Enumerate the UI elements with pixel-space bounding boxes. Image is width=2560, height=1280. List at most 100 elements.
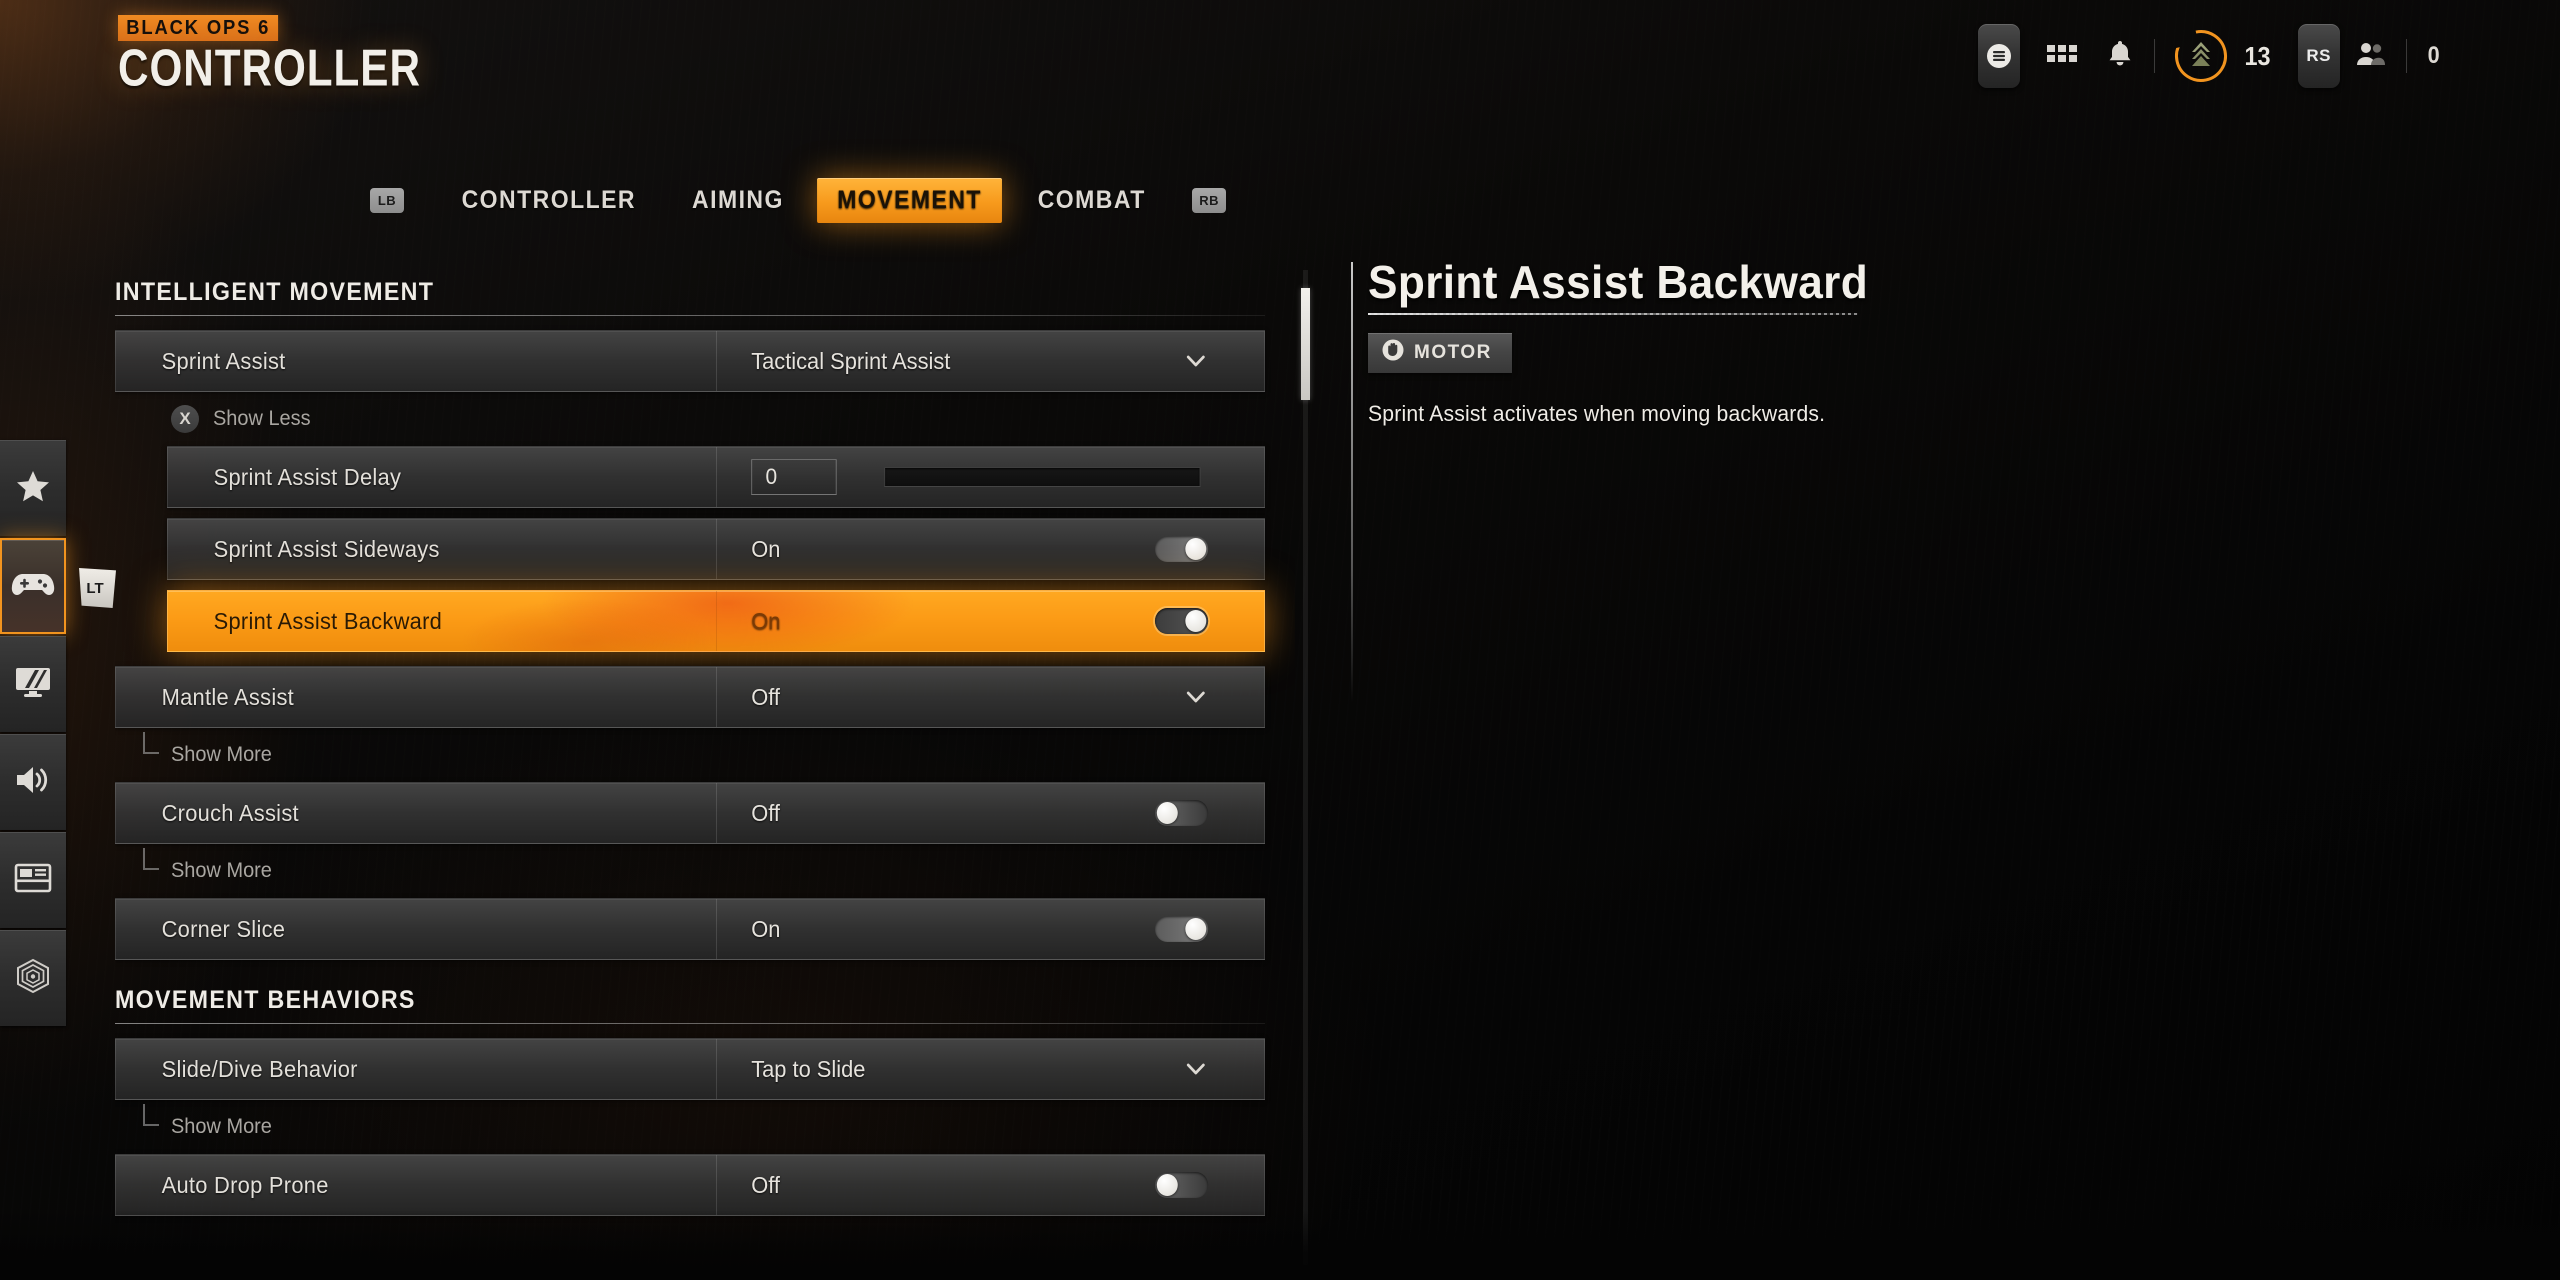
row-sprint-assist[interactable]: Sprint Assist Tactical Sprint Assist — [115, 330, 1265, 392]
row-sprint-assist-sideways[interactable]: Sprint Assist Sideways On — [167, 518, 1265, 580]
rail-item-accessibility[interactable] — [0, 930, 66, 1026]
row-label: Mantle Assist — [161, 683, 295, 710]
scrollbar-track[interactable] — [1303, 270, 1308, 1265]
row-label: Auto Drop Prone — [161, 1171, 329, 1198]
chevron-down-icon[interactable] — [1183, 684, 1208, 710]
tree-elbow-icon — [143, 732, 159, 754]
row-value-container[interactable]: Off — [717, 1155, 1237, 1215]
row-value-container[interactable]: Tap to Slide — [717, 1039, 1237, 1099]
show-less-label: Show Less — [213, 407, 311, 430]
page-header: BLACK OPS 6 CONTROLLER 13 RS 0 — [0, 0, 2560, 130]
page-title: CONTROLLER — [118, 39, 421, 98]
delay-value-input[interactable]: 0 — [751, 459, 837, 495]
toggle-knob — [1185, 918, 1207, 940]
brand-subtitle: BLACK OPS 6 — [118, 15, 279, 41]
row-value: Off — [751, 799, 780, 826]
crouch-assist-toggle[interactable] — [1154, 800, 1209, 826]
header-divider-1 — [2153, 39, 2155, 73]
detail-title: Sprint Assist Backward — [1368, 256, 1869, 308]
row-auto-drop-prone[interactable]: Auto Drop Prone Off — [115, 1154, 1265, 1216]
gamepad-icon — [11, 569, 55, 604]
close-icon[interactable]: X — [171, 405, 199, 433]
show-more-crouch[interactable]: Show More — [115, 848, 1295, 888]
row-sprint-assist-delay[interactable]: Sprint Assist Delay 0 — [167, 446, 1265, 508]
settings-list: INTELLIGENT MOVEMENT Sprint Assist Tacti… — [115, 278, 1295, 1268]
row-value-container[interactable]: On — [717, 899, 1237, 959]
sideways-toggle[interactable] — [1154, 536, 1209, 562]
rs-button[interactable]: RS — [2297, 24, 2340, 88]
brand-logo: BLACK OPS 6 CONTROLLER — [118, 15, 434, 94]
hand-icon — [1382, 338, 1404, 368]
tab-controller[interactable]: CONTROLLER — [441, 178, 656, 223]
row-value-container[interactable]: On — [717, 591, 1237, 651]
toggle-knob — [1185, 538, 1207, 560]
menu-button[interactable] — [1977, 24, 2020, 88]
delay-slider[interactable] — [884, 467, 1201, 487]
show-more-label: Show More — [171, 1115, 272, 1138]
show-more-label: Show More — [171, 743, 272, 766]
friends-count: 0 — [2427, 42, 2440, 69]
row-label: Sprint Assist Backward — [213, 607, 443, 634]
rail-item-graphics[interactable] — [0, 636, 66, 732]
backward-toggle[interactable] — [1154, 608, 1209, 634]
show-less-toggle[interactable]: X Show Less — [115, 402, 1295, 436]
scrollbar-thumb[interactable] — [1301, 288, 1310, 400]
row-value: On — [751, 915, 781, 942]
rail-item-favorites[interactable] — [0, 440, 66, 536]
friends-icon — [2354, 40, 2386, 73]
row-value: On — [751, 535, 781, 562]
friends-button[interactable] — [2354, 40, 2386, 73]
rank-progress-ring — [2170, 25, 2232, 87]
row-corner-slice[interactable]: Corner Slice On — [115, 898, 1265, 960]
star-icon — [14, 467, 52, 510]
show-more-mantle[interactable]: Show More — [115, 732, 1295, 772]
rail-item-interface[interactable] — [0, 832, 66, 928]
menu-icon — [1986, 43, 2012, 69]
player-rank-badge[interactable] — [2175, 30, 2227, 82]
speaker-icon — [13, 763, 53, 802]
row-slide-dive-behavior[interactable]: Slide/Dive Behavior Tap to Slide — [115, 1038, 1265, 1100]
row-label: Crouch Assist — [161, 799, 299, 826]
row-value-container[interactable]: On — [717, 519, 1237, 579]
row-label: Sprint Assist Sideways — [213, 535, 440, 562]
row-value-container[interactable]: Off — [717, 667, 1237, 727]
toggle-knob — [1185, 610, 1207, 632]
row-value: Tactical Sprint Assist — [751, 347, 951, 374]
row-label: Sprint Assist — [161, 347, 286, 374]
grid-button[interactable] — [2046, 41, 2080, 72]
hud-layout-icon — [14, 863, 52, 898]
tab-combat[interactable]: COMBAT — [1017, 178, 1166, 223]
row-value: On — [751, 607, 781, 634]
section-rule — [115, 1023, 1265, 1024]
detail-description: Sprint Assist activates when moving back… — [1368, 401, 1826, 427]
detail-panel: Sprint Assist Backward MOTOR Sprint Assi… — [1368, 258, 2368, 427]
row-crouch-assist[interactable]: Crouch Assist Off — [115, 782, 1265, 844]
row-sprint-assist-backward[interactable]: Sprint Assist Backward On — [167, 590, 1265, 652]
show-more-slide-dive[interactable]: Show More — [115, 1104, 1295, 1144]
section-title-intelligent-movement: INTELLIGENT MOVEMENT — [115, 278, 435, 306]
rail-item-controller[interactable]: LT — [0, 538, 116, 634]
rs-button-label: RS — [2306, 46, 2331, 65]
accessibility-icon — [14, 957, 52, 1000]
corner-slice-toggle[interactable] — [1154, 916, 1209, 942]
section-rule — [115, 315, 1265, 316]
show-more-label: Show More — [171, 859, 272, 882]
tab-aiming[interactable]: AIMING — [671, 178, 803, 223]
row-value: Off — [751, 1171, 780, 1198]
row-value-container[interactable]: 0 — [717, 447, 1237, 507]
bell-icon — [2106, 39, 2134, 74]
row-value-container[interactable]: Off — [717, 783, 1237, 843]
chevron-down-icon[interactable] — [1183, 1056, 1208, 1082]
rail-item-audio[interactable] — [0, 734, 66, 830]
notifications-button[interactable] — [2106, 39, 2134, 74]
toggle-knob — [1156, 1174, 1178, 1196]
row-mantle-assist[interactable]: Mantle Assist Off — [115, 666, 1265, 728]
tab-movement[interactable]: MOVEMENT — [817, 178, 1003, 223]
monitor-icon — [13, 664, 53, 705]
settings-category-rail: LT — [0, 440, 116, 1028]
section-title-movement-behaviors: MOVEMENT BEHAVIORS — [115, 986, 416, 1014]
chevron-down-icon[interactable] — [1183, 348, 1208, 374]
row-label: Slide/Dive Behavior — [161, 1055, 358, 1082]
auto-drop-prone-toggle[interactable] — [1154, 1172, 1209, 1198]
row-value-container[interactable]: Tactical Sprint Assist — [717, 331, 1237, 391]
